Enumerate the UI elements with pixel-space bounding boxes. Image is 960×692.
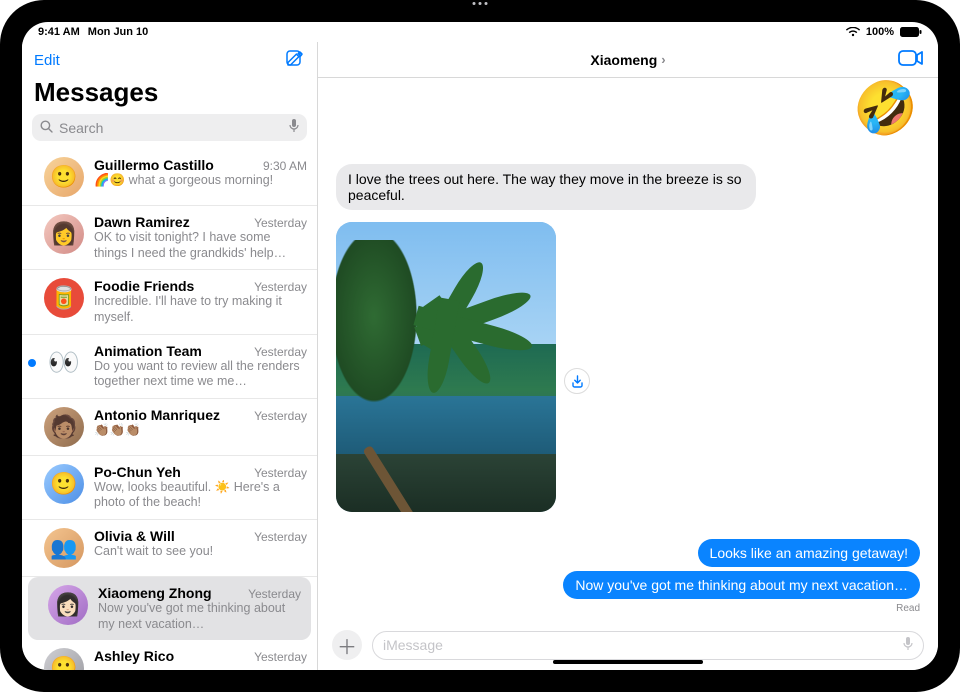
message-thread[interactable]: 🤣 I love the trees out here. The way the… — [318, 78, 938, 622]
search-icon — [40, 120, 53, 136]
avatar: 🥫 — [44, 278, 84, 318]
conversation-name: Olivia & Will — [94, 528, 175, 544]
avatar: 🙂 — [44, 648, 84, 670]
chevron-right-icon: › — [661, 52, 665, 67]
home-indicator[interactable] — [553, 660, 703, 664]
dictate-icon[interactable] — [903, 637, 913, 654]
conversation-time: Yesterday — [248, 587, 301, 601]
conversation-preview: OK to visit tonight? I have some things … — [94, 230, 307, 261]
conversation-time: Yesterday — [254, 530, 307, 544]
unread-dot — [28, 359, 36, 367]
incoming-photo[interactable] — [336, 222, 556, 512]
avatar: 👩 — [44, 214, 84, 254]
message-field[interactable] — [372, 631, 924, 660]
compose-icon — [285, 48, 305, 68]
conversation-time: Yesterday — [254, 216, 307, 230]
read-receipt: Read — [896, 603, 920, 614]
conversation-preview: 🌈😊 what a gorgeous morning! — [94, 173, 307, 189]
battery-icon — [900, 27, 922, 37]
avatar: 🧑🏽 — [44, 407, 84, 447]
conversation-row[interactable]: 🧑🏽 Antonio Manriquez Yesterday👏🏽👏🏽👏🏽 — [22, 399, 317, 456]
save-icon — [571, 375, 584, 388]
status-date: Mon Jun 10 — [88, 26, 149, 38]
wifi-icon — [846, 27, 860, 37]
facetime-button[interactable] — [898, 50, 924, 69]
conversation-row[interactable]: 🙂 Guillermo Castillo 9:30 AM🌈😊 what a gorg… — [22, 149, 317, 206]
avatar: 👀 — [44, 343, 84, 383]
conversation-title: Xiaomeng — [590, 52, 657, 68]
conversation-preview: Now you've got me thinking about my next… — [98, 601, 301, 632]
edit-button[interactable]: Edit — [34, 52, 60, 69]
incoming-photo-wrap — [336, 218, 556, 512]
outgoing-message[interactable]: Now you've got me thinking about my next… — [563, 571, 920, 599]
conversation-row[interactable]: 👀 Animation Team YesterdayDo you want to r… — [22, 335, 317, 399]
compose-button[interactable] — [285, 48, 305, 73]
conversation-time: Yesterday — [254, 650, 307, 664]
outgoing-message[interactable]: Looks like an amazing getaway! — [698, 539, 920, 567]
conversation-name: Animation Team — [94, 343, 202, 359]
conversation-preview: Incredible. I'll have to try making it m… — [94, 294, 307, 325]
sidebar-title: Messages — [22, 73, 317, 114]
conversation-preview: 👏🏽👏🏽👏🏽 — [94, 423, 307, 439]
avatar: 👥 — [44, 528, 84, 568]
conversation-name: Antonio Manriquez — [94, 407, 220, 423]
conversation-sidebar: Edit Messages — [22, 42, 318, 670]
conversation-time: Yesterday — [254, 345, 307, 359]
conversation-time: Yesterday — [254, 280, 307, 294]
conversation-header[interactable]: Xiaomeng › — [318, 42, 938, 78]
conversation-row[interactable]: 🙂 Po-Chun Yeh YesterdayWow, looks beautifu… — [22, 456, 317, 520]
message-input[interactable] — [383, 637, 903, 653]
avatar: 🙂 — [44, 464, 84, 504]
apps-button[interactable]: ＋ — [332, 630, 362, 660]
avatar: 👩🏻 — [48, 585, 88, 625]
conversation-time: 9:30 AM — [263, 159, 307, 173]
conversation-pane: Xiaomeng › 🤣 I love the trees out here. … — [318, 42, 938, 670]
conversation-preview: Can't wait to see you! — [94, 544, 307, 560]
status-time: 9:41 AM — [38, 26, 80, 38]
plus-icon: ＋ — [337, 631, 357, 660]
conversation-list[interactable]: 🙂 Guillermo Castillo 9:30 AM🌈😊 what a gorg… — [22, 149, 317, 670]
conversation-time: Yesterday — [254, 409, 307, 423]
conversation-name: Guillermo Castillo — [94, 157, 214, 173]
conversation-preview: Do you want to review all the renders to… — [94, 359, 307, 390]
search-input[interactable] — [59, 120, 283, 136]
conversation-row[interactable]: 👩 Dawn Ramirez YesterdayOK to visit tonigh… — [22, 206, 317, 270]
incoming-message[interactable]: I love the trees out here. The way they … — [336, 164, 756, 210]
conversation-row[interactable]: 🙂 Ashley Rico Yesterday — [22, 640, 317, 670]
conversation-row[interactable]: 👩🏻 Xiaomeng Zhong YesterdayNow you've got … — [28, 577, 311, 640]
conversation-name: Foodie Friends — [94, 278, 194, 294]
conversation-preview: Wow, looks beautiful. ☀️ Here's a photo … — [94, 480, 307, 511]
video-icon — [898, 50, 924, 66]
battery-percent: 100% — [866, 26, 894, 38]
conversation-row[interactable]: 👥 Olivia & Will YesterdayCan't wait to see… — [22, 520, 317, 577]
search-field[interactable] — [32, 114, 307, 141]
conversation-time: Yesterday — [254, 466, 307, 480]
conversation-name: Po-Chun Yeh — [94, 464, 181, 480]
reaction-emoji: 🤣 — [853, 78, 918, 139]
avatar: 🙂 — [44, 157, 84, 197]
dictate-icon[interactable] — [289, 119, 299, 136]
conversation-name: Xiaomeng Zhong — [98, 585, 212, 601]
share-photo-button[interactable] — [564, 368, 590, 394]
status-bar: 9:41 AM Mon Jun 10 100% — [22, 22, 938, 42]
conversation-name: Ashley Rico — [94, 648, 174, 664]
conversation-name: Dawn Ramirez — [94, 214, 190, 230]
conversation-row[interactable]: 🥫 Foodie Friends YesterdayIncredible. I'll… — [22, 270, 317, 334]
